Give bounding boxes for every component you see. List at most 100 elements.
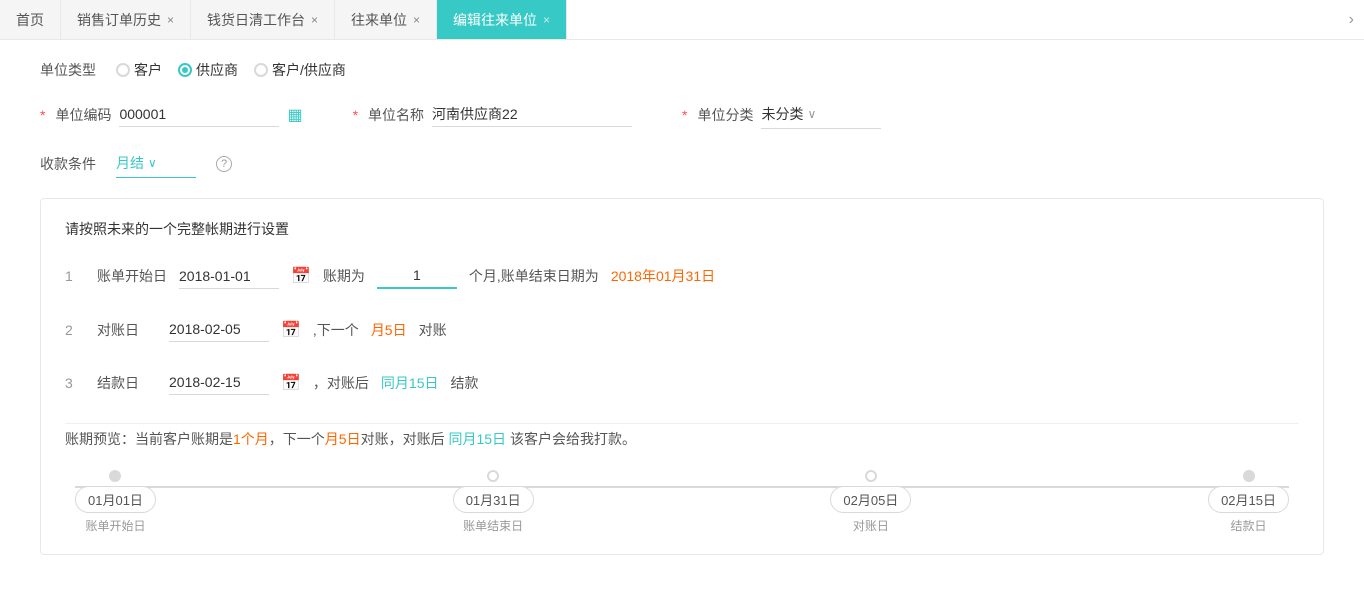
unit-code-label: 单位编码 xyxy=(55,105,111,125)
timeline-point-2: 02月05日 对账日 xyxy=(830,470,911,534)
radio-customer-label: 客户 xyxy=(134,60,162,80)
preview-prefix: 账期预览：当前客户账期是 xyxy=(65,431,233,447)
tab-home-label: 首页 xyxy=(16,10,44,30)
point-dot-3 xyxy=(1243,470,1255,482)
timeline-point-0: 01月01日 账单开始日 xyxy=(75,470,156,534)
reconcile-prefix: ,下一个 xyxy=(313,320,359,340)
radio-customer-circle xyxy=(116,63,130,77)
unit-category-label: 单位分类 xyxy=(697,105,753,125)
tab-home[interactable]: 首页 xyxy=(0,0,61,39)
payment-term-value: 月结 xyxy=(116,153,144,173)
preview-mid1: ，下一个 xyxy=(269,431,325,447)
point-dot-2 xyxy=(865,470,877,482)
preview-seg2: 月5日 xyxy=(325,431,361,447)
tab-cash-work-close[interactable]: × xyxy=(311,13,318,27)
tab-counterparty-close[interactable]: × xyxy=(413,13,420,27)
tab-sales-history-close[interactable]: × xyxy=(167,13,174,27)
unit-name-star: * xyxy=(353,107,358,123)
preview-mid2: 对账，对账后 xyxy=(361,431,445,447)
reconcile-date-calendar-icon[interactable]: 📅 xyxy=(281,320,301,340)
payment-date-input[interactable] xyxy=(169,370,269,395)
panel-separator xyxy=(65,423,1299,424)
row-num-3: 3 xyxy=(65,375,85,391)
timeline: 01月01日 账单开始日 01月31日 账单结束日 02月05日 对账日 xyxy=(65,470,1299,534)
preview-suffix: 该客户会给我打款。 xyxy=(510,431,636,447)
row-num-1: 1 xyxy=(65,268,85,284)
period-unit-label: 个月,账单结束日期为 xyxy=(469,266,599,286)
timeline-points: 01月01日 账单开始日 01月31日 账单结束日 02月05日 对账日 xyxy=(75,470,1289,534)
unit-category-select[interactable]: 未分类 ∨ xyxy=(761,100,881,129)
tab-cash-work[interactable]: 钱货日清工作台 × xyxy=(191,0,335,39)
payment-term-chevron: ∨ xyxy=(148,156,157,170)
period-for-label: 账期为 xyxy=(323,266,365,286)
payment-highlight: 同月15日 xyxy=(381,373,439,393)
row-num-2: 2 xyxy=(65,322,85,338)
unit-name-label: 单位名称 xyxy=(368,105,424,125)
tab-sales-history[interactable]: 销售订单历史 × xyxy=(61,0,191,39)
unit-type-radio-group: 客户 供应商 客户/供应商 xyxy=(116,60,346,80)
settings-panel: 请按照未来的一个完整帐期进行设置 1 账单开始日 📅 账期为 个月,账单结束日期… xyxy=(40,198,1324,555)
point-dot-0 xyxy=(109,470,121,482)
row-label-1: 账单开始日 xyxy=(97,266,167,286)
radio-both[interactable]: 客户/供应商 xyxy=(254,60,346,80)
setting-row-3: 3 结款日 📅 ，对账后 同月15日 结款 xyxy=(65,370,1299,395)
tab-edit-counterparty-label: 编辑往来单位 xyxy=(453,10,537,30)
tab-counterparty[interactable]: 往来单位 × xyxy=(335,0,437,39)
tab-cash-work-label: 钱货日清工作台 xyxy=(207,10,305,30)
point-desc-2: 对账日 xyxy=(853,517,889,534)
main-content: 单位类型 客户 供应商 客户/供应商 * 单位编码 ▦ * 单位名称 xyxy=(0,40,1364,608)
row-label-3: 结款日 xyxy=(97,373,157,393)
reconcile-date-input[interactable] xyxy=(169,317,269,342)
start-date-calendar-icon[interactable]: 📅 xyxy=(291,266,311,286)
unit-type-label: 单位类型 xyxy=(40,60,96,80)
payment-term-help[interactable]: ? xyxy=(216,156,232,172)
setting-row-1: 1 账单开始日 📅 账期为 个月,账单结束日期为 2018年01月31日 xyxy=(65,263,1299,289)
tab-sales-history-label: 销售订单历史 xyxy=(77,10,161,30)
reconcile-suffix: 对账 xyxy=(419,320,447,340)
point-dot-1 xyxy=(487,470,499,482)
point-desc-3: 结款日 xyxy=(1231,517,1267,534)
radio-supplier[interactable]: 供应商 xyxy=(178,60,238,80)
payment-date-calendar-icon[interactable]: 📅 xyxy=(281,373,301,393)
tab-counterparty-label: 往来单位 xyxy=(351,10,407,30)
radio-supplier-label: 供应商 xyxy=(196,60,238,80)
radio-both-label: 客户/供应商 xyxy=(272,60,346,80)
point-label-0: 01月01日 xyxy=(75,486,156,513)
setting-row-2: 2 对账日 📅 ,下一个 月5日 对账 xyxy=(65,317,1299,342)
payment-prefix: ，对账后 xyxy=(313,373,369,393)
radio-customer[interactable]: 客户 xyxy=(116,60,162,80)
unit-name-input[interactable] xyxy=(432,102,632,127)
chevron-right-icon: › xyxy=(1349,11,1354,29)
tab-edit-counterparty-close[interactable]: × xyxy=(543,13,550,27)
period-input[interactable] xyxy=(377,263,457,289)
reconcile-highlight: 月5日 xyxy=(371,320,407,340)
unit-code-icon[interactable]: ▦ xyxy=(287,105,302,125)
radio-supplier-circle xyxy=(178,63,192,77)
row-label-2: 对账日 xyxy=(97,320,157,340)
point-label-3: 02月15日 xyxy=(1208,486,1289,513)
tab-bar: 首页 销售订单历史 × 钱货日清工作台 × 往来单位 × 编辑往来单位 × › xyxy=(0,0,1364,40)
start-date-input[interactable] xyxy=(179,264,279,289)
unit-info-row: * 单位编码 ▦ * 单位名称 * 单位分类 未分类 ∨ xyxy=(40,100,1324,129)
tab-scroll-arrow[interactable]: › xyxy=(1339,0,1364,39)
unit-category-star: * xyxy=(682,107,687,123)
point-label-1: 01月31日 xyxy=(453,486,534,513)
unit-code-group: * 单位编码 ▦ xyxy=(40,102,303,127)
tab-edit-counterparty[interactable]: 编辑往来单位 × xyxy=(437,0,567,39)
timeline-point-1: 01月31日 账单结束日 xyxy=(453,470,534,534)
preview-section: 账期预览：当前客户账期是1个月，下一个月5日对账，对账后 同月15日 该客户会给… xyxy=(65,428,1299,534)
payment-term-row: 收款条件 月结 ∨ ? xyxy=(40,149,1324,178)
preview-text: 账期预览：当前客户账期是1个月，下一个月5日对账，对账后 同月15日 该客户会给… xyxy=(65,428,1299,450)
point-desc-0: 账单开始日 xyxy=(85,517,145,534)
payment-suffix: 结款 xyxy=(451,373,479,393)
unit-category-group: * 单位分类 未分类 ∨ xyxy=(682,100,881,129)
payment-term-select[interactable]: 月结 ∨ xyxy=(116,149,196,178)
unit-category-chevron: ∨ xyxy=(807,107,816,121)
point-desc-1: 账单结束日 xyxy=(463,517,523,534)
unit-type-row: 单位类型 客户 供应商 客户/供应商 xyxy=(40,60,1324,80)
preview-seg1: 1个月 xyxy=(233,431,269,447)
unit-code-star: * xyxy=(40,107,45,123)
unit-code-input[interactable] xyxy=(119,102,279,127)
panel-title: 请按照未来的一个完整帐期进行设置 xyxy=(65,219,1299,239)
payment-term-label: 收款条件 xyxy=(40,154,96,174)
